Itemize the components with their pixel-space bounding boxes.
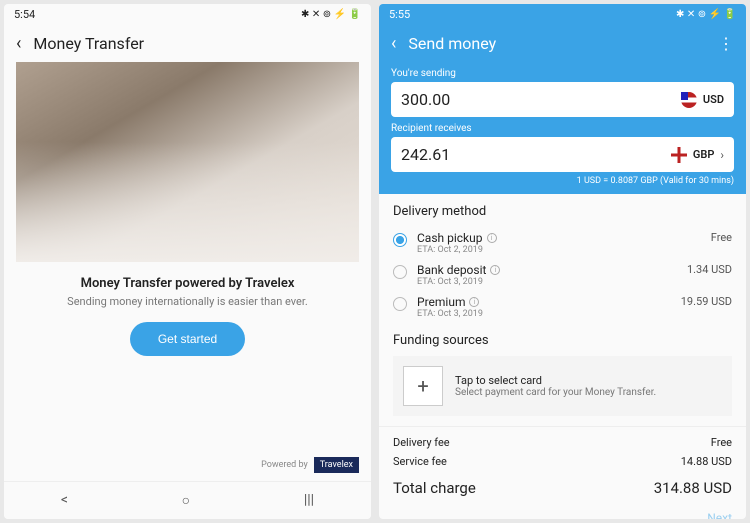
status-icons: ✱ ✕ ⊚ ⚡ 🔋 <box>676 9 736 20</box>
receive-amount: 242.61 <box>401 145 671 164</box>
sending-amount[interactable]: 300.00 <box>401 90 681 109</box>
kebab-icon[interactable]: ⋮ <box>718 34 734 53</box>
nav-bar: < ○ ||| <box>4 481 371 519</box>
status-time: 5:54 <box>14 8 35 21</box>
delivery-title: Delivery method <box>393 204 732 219</box>
us-flag-icon <box>681 92 697 108</box>
total-value: 314.88 USD <box>654 479 732 497</box>
total-label: Total charge <box>393 479 476 497</box>
option-eta: ETA: Oct 2, 2019 <box>417 245 701 255</box>
plus-icon: + <box>403 366 443 406</box>
page-title: Money Transfer <box>33 34 144 53</box>
rate-note: 1 USD = 0.8087 GBP (Valid for 30 mins) <box>391 176 734 186</box>
hero-image <box>16 62 359 262</box>
nav-back-icon[interactable]: < <box>61 492 68 509</box>
amount-panel: You're sending 300.00 USD Recipient rece… <box>379 62 746 194</box>
status-time: 5:55 <box>389 8 410 21</box>
intro-block: Money Transfer powered by Travelex Sendi… <box>4 262 371 370</box>
sending-row[interactable]: 300.00 USD <box>391 82 734 117</box>
back-icon[interactable]: ‹ <box>391 33 396 54</box>
select-card-button[interactable]: + Tap to select card Select payment card… <box>393 356 732 416</box>
option-eta: ETA: Oct 3, 2019 <box>417 277 677 287</box>
delivery-option[interactable]: Bank deposit iETA: Oct 3, 2019 1.34 USD <box>393 259 732 291</box>
option-name: Premium i <box>417 295 479 309</box>
nav-recent-icon[interactable]: ||| <box>304 492 314 509</box>
sending-label: You're sending <box>391 68 734 79</box>
option-name: Bank deposit i <box>417 263 500 277</box>
option-price: 19.59 USD <box>681 295 732 308</box>
radio-icon[interactable] <box>393 297 407 311</box>
left-phone: 5:54 ✱ ✕ ⊚ ⚡ 🔋 ‹ Money Transfer Money Tr… <box>4 4 371 519</box>
delivery-option[interactable]: Premium iETA: Oct 3, 2019 19.59 USD <box>393 291 732 323</box>
funding-sub-label: Select payment card for your Money Trans… <box>455 387 656 398</box>
service-fee-value: 14.88 USD <box>681 455 732 468</box>
powered-label: Powered by <box>261 460 308 470</box>
delivery-fee-value: Free <box>711 436 732 449</box>
receive-row[interactable]: 242.61 GBP › <box>391 137 734 172</box>
right-phone: 5:55 ✱ ✕ ⊚ ⚡ 🔋 ‹ Send money ⋮ You're sen… <box>379 4 746 519</box>
app-bar: ‹ Send money ⋮ <box>379 25 746 62</box>
summary: Delivery fee Free Service fee 14.88 USD … <box>379 426 746 519</box>
chevron-right-icon[interactable]: › <box>720 148 724 162</box>
delivery-fee-label: Delivery fee <box>393 436 450 449</box>
back-icon[interactable]: ‹ <box>16 33 21 54</box>
travelex-logo: Travelex <box>314 457 359 473</box>
option-eta: ETA: Oct 3, 2019 <box>417 309 671 319</box>
intro-sub: Sending money internationally is easier … <box>16 295 359 308</box>
funding-section: Funding sources + Tap to select card Sel… <box>379 333 746 426</box>
next-button[interactable]: Next <box>379 505 746 519</box>
option-price: Free <box>711 231 732 244</box>
status-bar: 5:55 ✱ ✕ ⊚ ⚡ 🔋 <box>379 4 746 25</box>
page-title: Send money <box>408 34 496 53</box>
service-fee-label: Service fee <box>393 455 447 468</box>
delivery-section: Delivery method Cash pickup iETA: Oct 2,… <box>379 194 746 333</box>
delivery-option[interactable]: Cash pickup iETA: Oct 2, 2019 Free <box>393 227 732 259</box>
radio-icon[interactable] <box>393 265 407 279</box>
gb-flag-icon <box>671 147 687 163</box>
funding-title: Funding sources <box>393 333 732 348</box>
info-icon[interactable]: i <box>469 297 479 307</box>
nav-home-icon[interactable]: ○ <box>182 492 190 509</box>
sending-currency: USD <box>703 93 724 106</box>
option-name: Cash pickup i <box>417 231 497 245</box>
receive-currency: GBP <box>693 148 715 161</box>
powered-by: Powered by Travelex <box>4 449 371 481</box>
app-bar: ‹ Money Transfer <box>4 25 371 62</box>
funding-tap-label: Tap to select card <box>455 374 656 387</box>
info-icon[interactable]: i <box>487 233 497 243</box>
intro-heading: Money Transfer powered by Travelex <box>16 276 359 291</box>
info-icon[interactable]: i <box>490 265 500 275</box>
radio-icon[interactable] <box>393 233 407 247</box>
option-price: 1.34 USD <box>687 263 732 276</box>
receive-label: Recipient receives <box>391 123 734 134</box>
status-bar: 5:54 ✱ ✕ ⊚ ⚡ 🔋 <box>4 4 371 25</box>
status-icons: ✱ ✕ ⊚ ⚡ 🔋 <box>301 9 361 20</box>
get-started-button[interactable]: Get started <box>130 322 245 356</box>
